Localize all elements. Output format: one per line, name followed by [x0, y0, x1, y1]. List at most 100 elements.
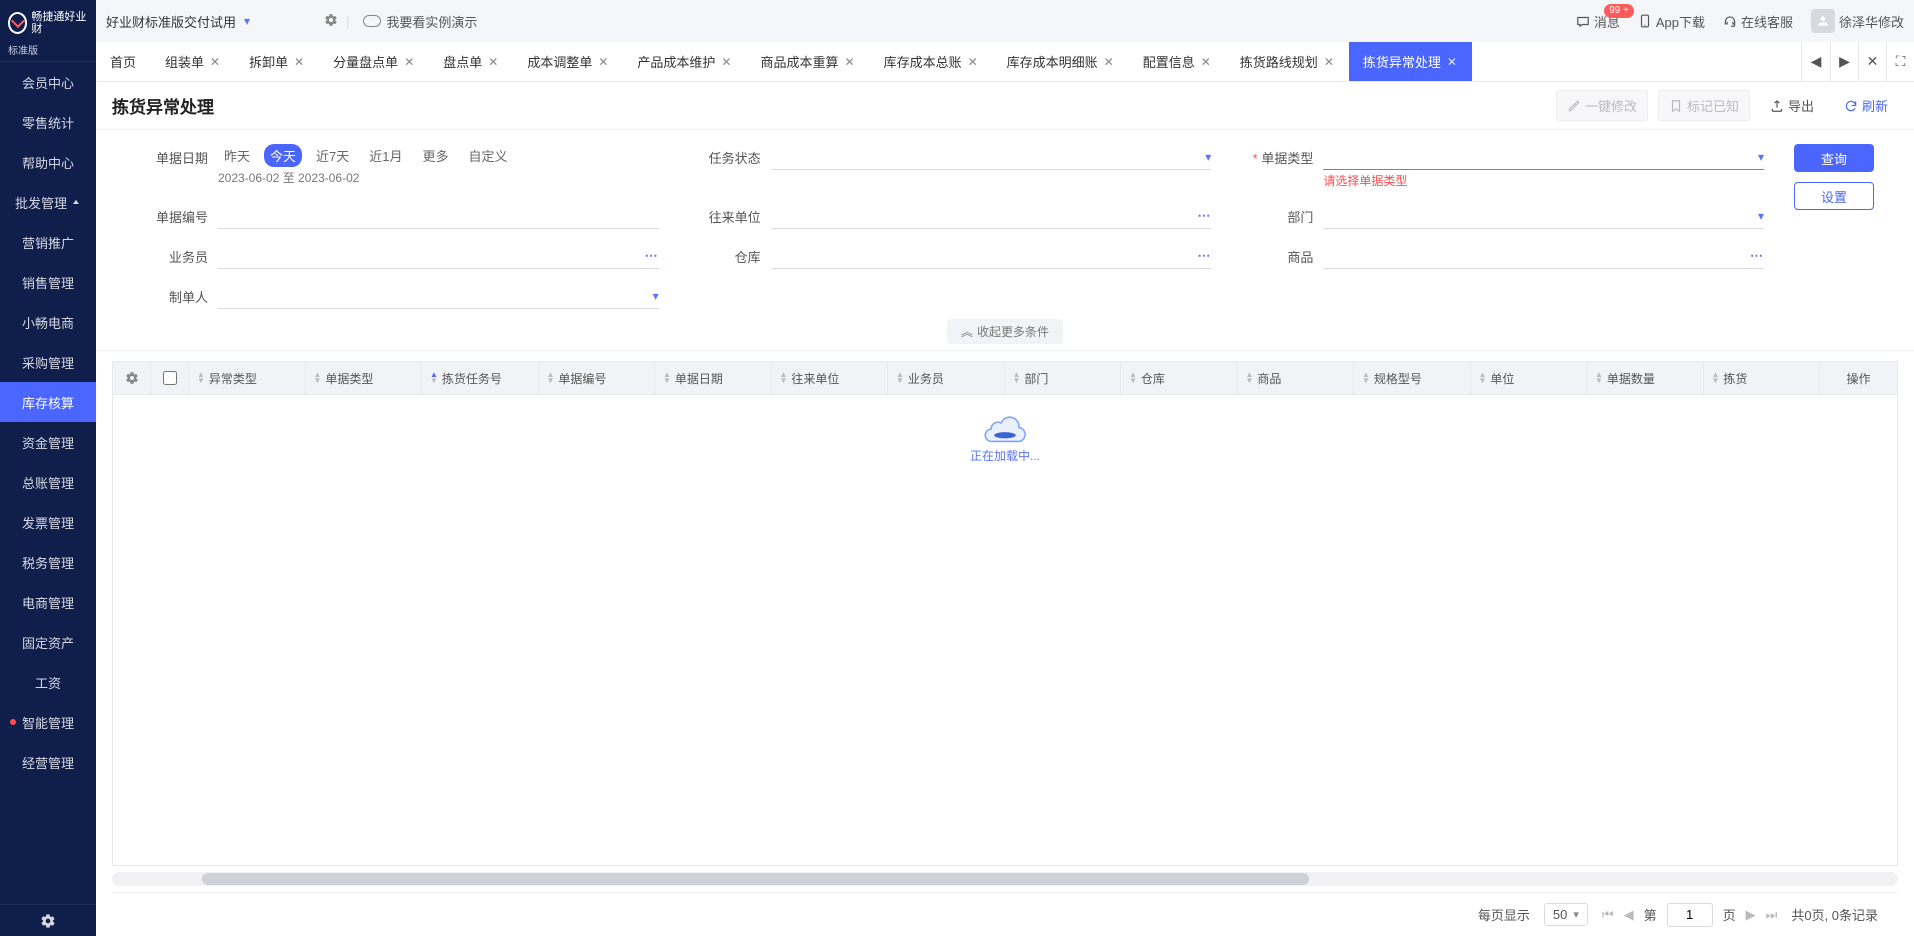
- tab-5[interactable]: 成本调整单✕: [513, 42, 623, 81]
- column-header-6[interactable]: ▲▼业务员: [888, 362, 1005, 394]
- refresh-button[interactable]: 刷新: [1834, 91, 1898, 120]
- sidebar-item-7[interactable]: 采购管理: [0, 342, 96, 382]
- column-header-9[interactable]: ▲▼商品: [1238, 362, 1355, 394]
- close-icon[interactable]: ✕: [845, 55, 855, 69]
- tab-3[interactable]: 分量盘点单✕: [319, 42, 429, 81]
- date-quick-5[interactable]: 自定义: [463, 144, 514, 167]
- close-icon[interactable]: ✕: [1324, 55, 1334, 69]
- sidebar-item-6[interactable]: 小畅电商: [0, 302, 96, 342]
- tabs-close-all[interactable]: ✕: [1858, 42, 1886, 81]
- doc-type-select[interactable]: ▾: [1323, 144, 1764, 170]
- tabs-prev[interactable]: ◀: [1802, 42, 1830, 81]
- column-header-1[interactable]: ▲▼单据类型: [306, 362, 423, 394]
- close-icon[interactable]: ✕: [598, 55, 608, 69]
- sidebar-item-15[interactable]: 工资: [0, 662, 96, 702]
- date-quick-0[interactable]: 昨天: [218, 144, 256, 167]
- messages[interactable]: 消息 99 +: [1576, 12, 1620, 31]
- sidebar-item-0[interactable]: 会员中心: [0, 62, 96, 102]
- date-quick-4[interactable]: 更多: [417, 144, 455, 167]
- tab-8[interactable]: 库存成本总账✕: [870, 42, 993, 81]
- task-status-select[interactable]: ▾: [771, 144, 1212, 170]
- dept-select[interactable]: ▾: [1323, 203, 1764, 229]
- column-header-4[interactable]: ▲▼单据日期: [655, 362, 772, 394]
- partner-lookup[interactable]: ⋯: [771, 203, 1212, 229]
- per-page-select[interactable]: 50 ▾: [1544, 903, 1588, 926]
- query-button[interactable]: 查询: [1794, 144, 1874, 172]
- warehouse-lookup[interactable]: ⋯: [771, 243, 1212, 269]
- collapse-filters-button[interactable]: ︽ 收起更多条件: [947, 319, 1063, 344]
- tab-4[interactable]: 盘点单✕: [429, 42, 513, 81]
- column-header-10[interactable]: ▲▼规格型号: [1354, 362, 1471, 394]
- sidebar-item-13[interactable]: 电商管理: [0, 582, 96, 622]
- tabs-fullscreen[interactable]: ⛶: [1886, 42, 1914, 81]
- date-quick-3[interactable]: 近1月: [363, 144, 408, 167]
- column-header-8[interactable]: ▲▼仓库: [1121, 362, 1238, 394]
- column-header-0[interactable]: ▲▼异常类型: [189, 362, 306, 394]
- close-icon[interactable]: ✕: [488, 55, 498, 69]
- date-quick-2[interactable]: 近7天: [310, 144, 355, 167]
- select-all-checkbox[interactable]: [163, 371, 177, 385]
- column-header-3[interactable]: ▲▼单据编号: [539, 362, 656, 394]
- column-header-5[interactable]: ▲▼往来单位: [772, 362, 889, 394]
- sidebar-item-3[interactable]: 批发管理▲: [0, 182, 96, 222]
- sidebar-item-16[interactable]: 智能管理: [0, 702, 96, 742]
- scrollbar-thumb[interactable]: [202, 873, 1309, 885]
- page-first[interactable]: ⏮: [1602, 907, 1614, 923]
- tab-7[interactable]: 商品成本重算✕: [746, 42, 869, 81]
- sidebar-item-12[interactable]: 税务管理: [0, 542, 96, 582]
- sidebar-item-14[interactable]: 固定资产: [0, 622, 96, 662]
- sales-lookup[interactable]: ⋯: [218, 243, 659, 269]
- app-download[interactable]: App下载: [1638, 12, 1705, 31]
- settings-button[interactable]: 设置: [1794, 182, 1874, 210]
- close-icon[interactable]: ✕: [404, 55, 414, 69]
- page-next[interactable]: ▶: [1746, 907, 1756, 923]
- close-icon[interactable]: ✕: [1447, 55, 1457, 69]
- sidebar-item-5[interactable]: 销售管理: [0, 262, 96, 302]
- sidebar-item-11[interactable]: 发票管理: [0, 502, 96, 542]
- page-prev[interactable]: ◀: [1624, 907, 1634, 923]
- sidebar-item-17[interactable]: 经营管理: [0, 742, 96, 782]
- sidebar-item-8[interactable]: 库存核算: [0, 382, 96, 422]
- close-icon[interactable]: ✕: [968, 55, 978, 69]
- tabs-next[interactable]: ▶: [1830, 42, 1858, 81]
- column-header-13[interactable]: ▲▼拣货: [1704, 362, 1820, 394]
- tab-12[interactable]: 拣货异常处理✕: [1349, 42, 1472, 81]
- tab-10[interactable]: 配置信息✕: [1129, 42, 1226, 81]
- product-lookup[interactable]: ⋯: [1323, 243, 1764, 269]
- sidebar-item-1[interactable]: 零售统计: [0, 102, 96, 142]
- close-icon[interactable]: ✕: [1104, 55, 1114, 69]
- user-menu[interactable]: 徐泽华修改: [1811, 9, 1904, 33]
- column-header-11[interactable]: ▲▼单位: [1471, 362, 1588, 394]
- field-task-status: 任务状态 ▾: [689, 144, 1212, 189]
- sidebar-item-10[interactable]: 总账管理: [0, 462, 96, 502]
- tab-9[interactable]: 库存成本明细账✕: [993, 42, 1129, 81]
- column-header-7[interactable]: ▲▼部门: [1005, 362, 1122, 394]
- page-input[interactable]: [1667, 903, 1713, 927]
- tab-0[interactable]: 首页: [96, 42, 151, 81]
- doc-no-input[interactable]: [218, 203, 659, 229]
- close-icon[interactable]: ✕: [210, 55, 220, 69]
- close-icon[interactable]: ✕: [294, 55, 304, 69]
- product-settings[interactable]: [324, 13, 338, 30]
- sidebar-item-2[interactable]: 帮助中心: [0, 142, 96, 182]
- tab-2[interactable]: 拆卸单✕: [235, 42, 319, 81]
- export-button[interactable]: 导出: [1760, 91, 1824, 120]
- close-icon[interactable]: ✕: [1201, 55, 1211, 69]
- sidebar-settings[interactable]: [0, 904, 96, 936]
- column-header-12[interactable]: ▲▼单据数量: [1587, 362, 1704, 394]
- support[interactable]: 在线客服: [1723, 12, 1793, 31]
- table-settings[interactable]: [113, 362, 151, 394]
- date-quick-1[interactable]: 今天: [264, 144, 302, 167]
- sidebar-item-4[interactable]: 营销推广: [0, 222, 96, 262]
- sidebar-item-9[interactable]: 资金管理: [0, 422, 96, 462]
- tab-6[interactable]: 产品成本维护✕: [623, 42, 746, 81]
- close-icon[interactable]: ✕: [721, 55, 731, 69]
- tab-1[interactable]: 组装单✕: [151, 42, 235, 81]
- tab-11[interactable]: 拣货路线规划✕: [1226, 42, 1349, 81]
- column-header-2[interactable]: ▲▼拣货任务号: [422, 362, 539, 394]
- maker-select[interactable]: ▾: [218, 283, 659, 309]
- horizontal-scrollbar[interactable]: [112, 872, 1898, 886]
- product-selector[interactable]: 好业财标准版交付试用 ▾: [106, 12, 316, 31]
- demo-link[interactable]: 我要看实例演示: [363, 12, 477, 31]
- page-last[interactable]: ⏭: [1766, 907, 1778, 923]
